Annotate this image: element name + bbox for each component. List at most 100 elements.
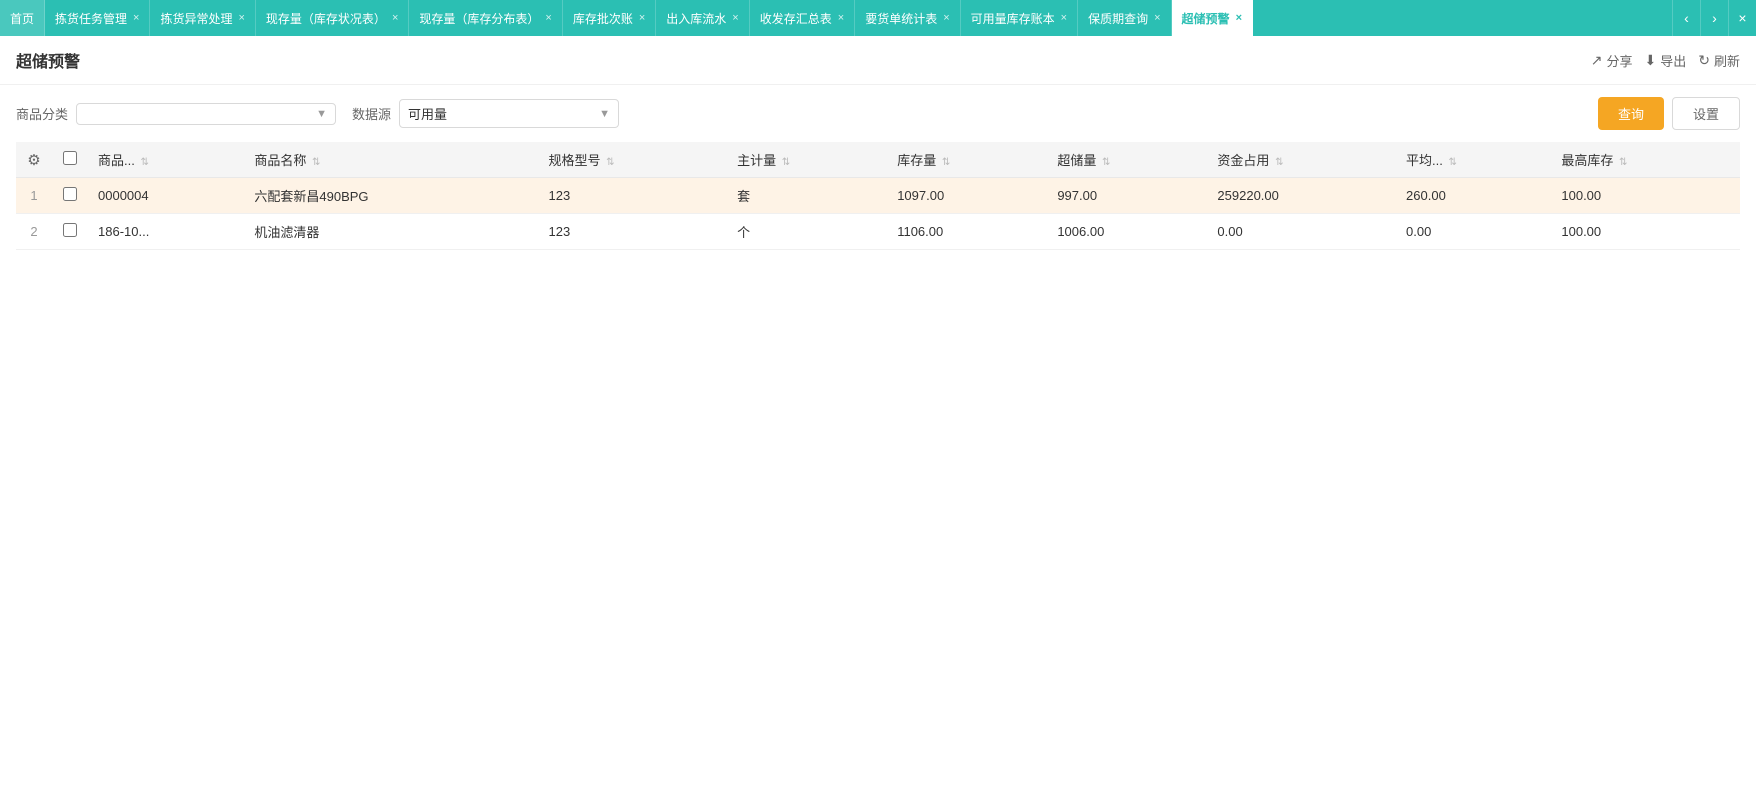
cell-stock-1: 1106.00: [887, 214, 1047, 250]
row-select-1[interactable]: [63, 223, 77, 237]
category-chevron-icon: ▼: [316, 108, 327, 120]
col-stock-label: 库存量: [897, 153, 936, 168]
nav-tab-4[interactable]: 现存量（库存分布表） ×: [409, 0, 562, 36]
table-row: 1 0000004 六配套新昌490BPG 123 套 1097.00 997.…: [16, 178, 1740, 214]
nav-tab-2-close[interactable]: ×: [238, 12, 244, 24]
nav-tab-8-label: 要货单统计表: [865, 10, 937, 27]
nav-tab-7-close[interactable]: ×: [838, 12, 844, 24]
nav-next-btn[interactable]: ›: [1700, 0, 1728, 36]
sort-icon-over-stock: ⇅: [1102, 157, 1110, 168]
nav-tab-4-label: 现存量（库存分布表）: [419, 10, 539, 27]
col-over-stock[interactable]: 超储量 ⇅: [1047, 142, 1207, 178]
col-unit[interactable]: 主计量 ⇅: [727, 142, 887, 178]
nav-prev-btn[interactable]: ‹: [1672, 0, 1700, 36]
row-select-0[interactable]: [63, 187, 77, 201]
refresh-label: 刷新: [1714, 51, 1740, 70]
col-max-stock-label: 最高库存: [1561, 153, 1613, 168]
export-btn[interactable]: ⬇ 导出: [1645, 51, 1687, 70]
nav-tab-3-label: 现存量（库存状况表）: [266, 10, 386, 27]
col-product-name[interactable]: 商品名称 ⇅: [244, 142, 538, 178]
col-avg-label: 平均...: [1406, 153, 1443, 168]
nav-tab-1[interactable]: 拣货任务管理 ×: [45, 0, 150, 36]
row-checkbox-0: [52, 178, 88, 214]
main-table: ⚙ 商品... ⇅ 商品名称 ⇅ 规格型号 ⇅: [16, 142, 1740, 250]
sort-icon-unit: ⇅: [782, 157, 790, 168]
cell-product-code-1: 186-10...: [88, 214, 244, 250]
refresh-btn[interactable]: ↻ 刷新: [1698, 51, 1740, 70]
nav-tab-8-close[interactable]: ×: [943, 12, 949, 24]
col-avg[interactable]: 平均... ⇅: [1396, 142, 1551, 178]
cell-avg-1: 0.00: [1396, 214, 1551, 250]
datasource-select[interactable]: 可用量 ▼: [399, 99, 619, 128]
nav-tab-10-close[interactable]: ×: [1154, 12, 1160, 24]
col-spec-label: 规格型号: [548, 153, 600, 168]
row-index-1: 2: [16, 214, 52, 250]
share-btn[interactable]: ↗ 分享: [1591, 51, 1633, 70]
cell-max-stock-1: 100.00: [1551, 214, 1740, 250]
nav-tab-3-close[interactable]: ×: [392, 12, 398, 24]
refresh-icon: ↻: [1698, 52, 1710, 69]
cell-over-stock-1: 1006.00: [1047, 214, 1207, 250]
cell-unit-1: 个: [727, 214, 887, 250]
category-label: 商品分类: [16, 104, 68, 123]
page-content: 超储预警 ↗ 分享 ⬇ 导出 ↻ 刷新 商品分类 ▼ 数据源: [0, 36, 1756, 800]
sort-icon-max-stock: ⇅: [1619, 157, 1627, 168]
page-title: 超储预警: [16, 48, 80, 72]
nav-tab-4-close[interactable]: ×: [545, 12, 551, 24]
datasource-value: 可用量: [408, 104, 447, 123]
nav-tab-11-close[interactable]: ×: [1236, 12, 1242, 24]
gear-icon[interactable]: ⚙: [27, 152, 40, 169]
cell-stock-0: 1097.00: [887, 178, 1047, 214]
sort-icon-product-name: ⇅: [312, 157, 320, 168]
nav-tab-9-label: 可用量库存账本: [971, 10, 1055, 27]
table-row: 2 186-10... 机油滤清器 123 个 1106.00 1006.00 …: [16, 214, 1740, 250]
row-index-0: 1: [16, 178, 52, 214]
datasource-chevron-icon: ▼: [599, 108, 610, 120]
action-buttons: 查询 设置: [1598, 97, 1740, 130]
filter-area: 商品分类 ▼ 数据源 可用量 ▼ 查询 设置: [0, 85, 1756, 142]
category-select[interactable]: ▼: [76, 103, 336, 125]
col-fund-usage[interactable]: 资金占用 ⇅: [1207, 142, 1396, 178]
nav-tab-home[interactable]: 首页: [0, 0, 45, 36]
nav-tab-1-close[interactable]: ×: [133, 12, 139, 24]
row-checkbox-1: [52, 214, 88, 250]
col-product-code[interactable]: 商品... ⇅: [88, 142, 244, 178]
settings-button[interactable]: 设置: [1672, 97, 1740, 130]
nav-tab-6[interactable]: 出入库流水 ×: [656, 0, 749, 36]
datasource-label: 数据源: [352, 104, 391, 123]
nav-tab-5-close[interactable]: ×: [639, 12, 645, 24]
cell-fund-usage-1: 0.00: [1207, 214, 1396, 250]
nav-tab-6-close[interactable]: ×: [732, 12, 738, 24]
top-nav: 首页 拣货任务管理 × 拣货异常处理 × 现存量（库存状况表） × 现存量（库存…: [0, 0, 1756, 36]
export-label: 导出: [1660, 51, 1686, 70]
nav-tab-7-label: 收发存汇总表: [760, 10, 832, 27]
col-max-stock[interactable]: 最高库存 ⇅: [1551, 142, 1740, 178]
select-all-checkbox[interactable]: [63, 151, 77, 165]
nav-tab-7[interactable]: 收发存汇总表 ×: [750, 0, 855, 36]
table-container: ⚙ 商品... ⇅ 商品名称 ⇅ 规格型号 ⇅: [0, 142, 1756, 250]
nav-tab-11[interactable]: 超储预警 ×: [1172, 0, 1253, 36]
share-label: 分享: [1606, 51, 1632, 70]
nav-tab-9-close[interactable]: ×: [1061, 12, 1067, 24]
nav-tab-3[interactable]: 现存量（库存状况表） ×: [256, 0, 409, 36]
col-product-code-label: 商品...: [98, 153, 135, 168]
col-spec[interactable]: 规格型号 ⇅: [538, 142, 727, 178]
query-button[interactable]: 查询: [1598, 97, 1664, 130]
col-product-name-label: 商品名称: [254, 153, 306, 168]
sort-icon-product-code: ⇅: [140, 157, 148, 168]
nav-tab-11-label: 超储预警: [1182, 10, 1230, 27]
nav-tab-8[interactable]: 要货单统计表 ×: [855, 0, 960, 36]
table-header-row: ⚙ 商品... ⇅ 商品名称 ⇅ 规格型号 ⇅: [16, 142, 1740, 178]
nav-tab-9[interactable]: 可用量库存账本 ×: [961, 0, 1078, 36]
col-stock[interactable]: 库存量 ⇅: [887, 142, 1047, 178]
cell-fund-usage-0: 259220.00: [1207, 178, 1396, 214]
cell-spec-0: 123: [538, 178, 727, 214]
sort-icon-stock: ⇅: [942, 157, 950, 168]
col-unit-label: 主计量: [737, 153, 776, 168]
nav-tab-2[interactable]: 拣货异常处理 ×: [150, 0, 255, 36]
nav-tab-2-label: 拣货异常处理: [160, 10, 232, 27]
nav-tab-5[interactable]: 库存批次账 ×: [563, 0, 656, 36]
nav-close-btn[interactable]: ×: [1728, 0, 1756, 36]
nav-tab-10[interactable]: 保质期查询 ×: [1078, 0, 1171, 36]
nav-tab-home-label: 首页: [10, 10, 34, 27]
